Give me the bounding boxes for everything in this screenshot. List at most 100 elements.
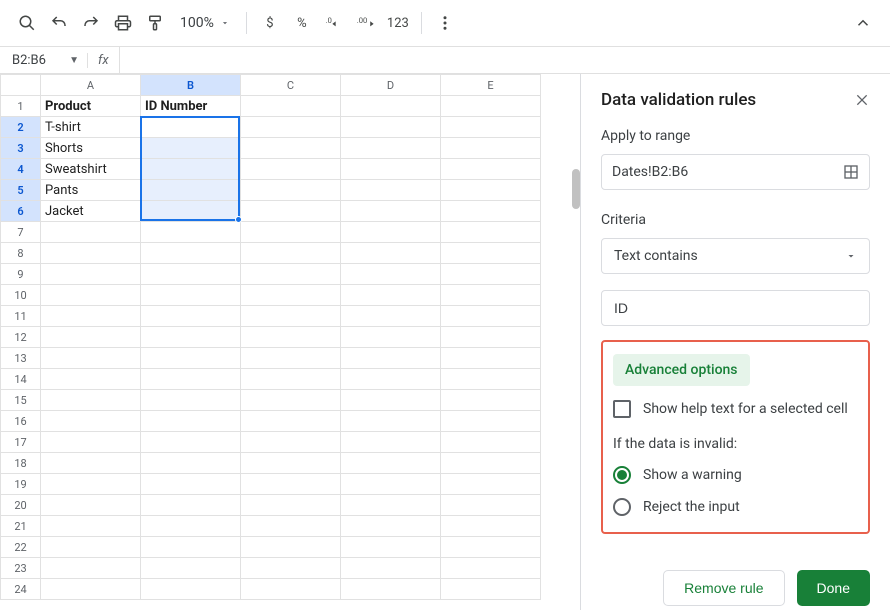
cell-A3[interactable]: Shorts (41, 138, 141, 159)
cell-E17[interactable] (441, 432, 541, 453)
cell-B3[interactable] (141, 138, 241, 159)
row-header-7[interactable]: 7 (1, 222, 41, 243)
decrease-decimal-icon[interactable]: .0 (319, 8, 349, 38)
cell-D13[interactable] (341, 348, 441, 369)
cell-D2[interactable] (341, 117, 441, 138)
cell-A7[interactable] (41, 222, 141, 243)
cell-A4[interactable]: Sweatshirt (41, 159, 141, 180)
cell-E2[interactable] (441, 117, 541, 138)
cell-D24[interactable] (341, 579, 441, 600)
cell-B21[interactable] (141, 516, 241, 537)
spreadsheet[interactable]: ABCDE1ProductID Number2T-shirt3Shorts4Sw… (0, 74, 580, 610)
col-header-D[interactable]: D (341, 75, 441, 96)
cell-B19[interactable] (141, 474, 241, 495)
cell-C18[interactable] (241, 453, 341, 474)
cell-E9[interactable] (441, 264, 541, 285)
cell-E21[interactable] (441, 516, 541, 537)
cell-D8[interactable] (341, 243, 441, 264)
row-header-1[interactable]: 1 (1, 96, 41, 117)
cell-E15[interactable] (441, 390, 541, 411)
cell-A8[interactable] (41, 243, 141, 264)
cell-C3[interactable] (241, 138, 341, 159)
cell-A13[interactable] (41, 348, 141, 369)
cell-B5[interactable] (141, 180, 241, 201)
cell-E19[interactable] (441, 474, 541, 495)
row-header-11[interactable]: 11 (1, 306, 41, 327)
cell-D7[interactable] (341, 222, 441, 243)
cell-E22[interactable] (441, 537, 541, 558)
help-text-checkbox-row[interactable]: Show help text for a selected cell (613, 400, 858, 418)
cell-C17[interactable] (241, 432, 341, 453)
scrollbar-vertical[interactable] (572, 169, 580, 209)
cell-B8[interactable] (141, 243, 241, 264)
cell-C6[interactable] (241, 201, 341, 222)
row-header-9[interactable]: 9 (1, 264, 41, 285)
cell-B4[interactable] (141, 159, 241, 180)
redo-icon[interactable] (76, 8, 106, 38)
row-header-21[interactable]: 21 (1, 516, 41, 537)
cell-D12[interactable] (341, 327, 441, 348)
cell-A24[interactable] (41, 579, 141, 600)
row-header-16[interactable]: 16 (1, 411, 41, 432)
row-header-10[interactable]: 10 (1, 285, 41, 306)
cell-A14[interactable] (41, 369, 141, 390)
row-header-19[interactable]: 19 (1, 474, 41, 495)
cell-D16[interactable] (341, 411, 441, 432)
cell-B16[interactable] (141, 411, 241, 432)
cell-C21[interactable] (241, 516, 341, 537)
row-header-13[interactable]: 13 (1, 348, 41, 369)
print-icon[interactable] (108, 8, 138, 38)
cell-E4[interactable] (441, 159, 541, 180)
row-header-14[interactable]: 14 (1, 369, 41, 390)
cell-D10[interactable] (341, 285, 441, 306)
zoom-dropdown[interactable]: 100% (172, 15, 238, 31)
cell-C14[interactable] (241, 369, 341, 390)
cell-C12[interactable] (241, 327, 341, 348)
cell-B9[interactable] (141, 264, 241, 285)
cell-A18[interactable] (41, 453, 141, 474)
cell-D9[interactable] (341, 264, 441, 285)
row-header-2[interactable]: 2 (1, 117, 41, 138)
cell-A15[interactable] (41, 390, 141, 411)
percent-button[interactable]: % (287, 8, 317, 38)
row-header-24[interactable]: 24 (1, 579, 41, 600)
warning-radio[interactable] (613, 466, 631, 484)
cell-D14[interactable] (341, 369, 441, 390)
cell-A23[interactable] (41, 558, 141, 579)
cell-A11[interactable] (41, 306, 141, 327)
cell-C22[interactable] (241, 537, 341, 558)
cell-D20[interactable] (341, 495, 441, 516)
criteria-dropdown[interactable]: Text contains (601, 238, 870, 274)
cell-D11[interactable] (341, 306, 441, 327)
cell-B1[interactable]: ID Number (141, 96, 241, 117)
row-header-18[interactable]: 18 (1, 453, 41, 474)
cell-A16[interactable] (41, 411, 141, 432)
cell-E13[interactable] (441, 348, 541, 369)
undo-icon[interactable] (44, 8, 74, 38)
cell-C10[interactable] (241, 285, 341, 306)
criteria-text-input[interactable] (601, 290, 870, 326)
row-header-15[interactable]: 15 (1, 390, 41, 411)
cell-C9[interactable] (241, 264, 341, 285)
name-box[interactable]: B2:B6 ▼ (0, 53, 88, 68)
cell-C1[interactable] (241, 96, 341, 117)
row-header-12[interactable]: 12 (1, 327, 41, 348)
cell-E20[interactable] (441, 495, 541, 516)
row-header-4[interactable]: 4 (1, 159, 41, 180)
col-header-A[interactable]: A (41, 75, 141, 96)
increase-decimal-icon[interactable]: .00 (351, 8, 381, 38)
cell-E23[interactable] (441, 558, 541, 579)
apply-range-input[interactable]: Dates!B2:B6 (601, 154, 870, 190)
cell-D17[interactable] (341, 432, 441, 453)
cell-A19[interactable] (41, 474, 141, 495)
cell-A5[interactable]: Pants (41, 180, 141, 201)
cell-B24[interactable] (141, 579, 241, 600)
more-icon[interactable] (430, 8, 460, 38)
cell-D3[interactable] (341, 138, 441, 159)
cell-D18[interactable] (341, 453, 441, 474)
cell-B17[interactable] (141, 432, 241, 453)
cell-B11[interactable] (141, 306, 241, 327)
cell-C23[interactable] (241, 558, 341, 579)
cell-E16[interactable] (441, 411, 541, 432)
cell-C15[interactable] (241, 390, 341, 411)
